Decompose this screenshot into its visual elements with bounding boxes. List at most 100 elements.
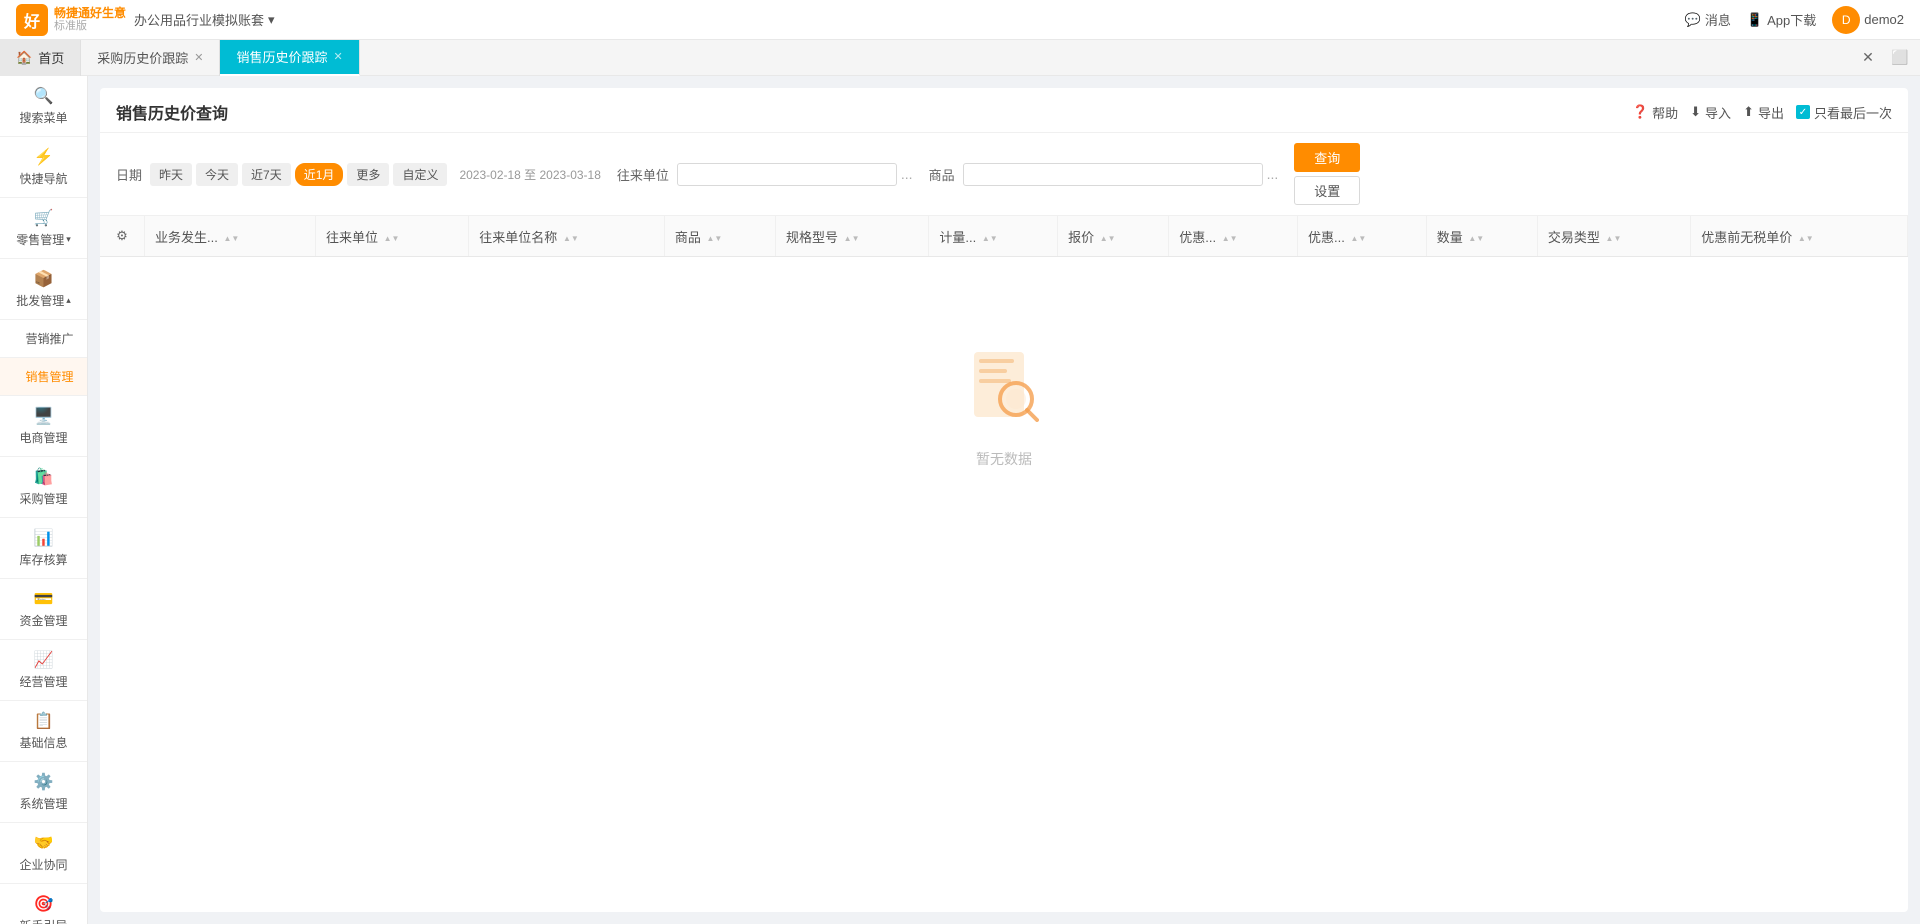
partner-label: 往来单位 bbox=[617, 165, 669, 184]
window-close-button[interactable]: ✕ bbox=[1856, 46, 1880, 70]
date-filter-group: 日期 昨天 今天 近7天 近1月 更多 自定义 2023-02-18 至 202… bbox=[116, 163, 601, 186]
logo-icon: 好 bbox=[16, 4, 48, 36]
product-lookup-button[interactable]: ... bbox=[1267, 166, 1279, 182]
message-button[interactable]: 💬 消息 bbox=[1685, 10, 1731, 29]
sidebar-item-shortcut[interactable]: ⚡ 快捷导航 bbox=[0, 137, 87, 198]
empty-state: 暂无数据 bbox=[100, 257, 1908, 549]
tab-purchase-history-close[interactable]: ✕ bbox=[194, 51, 203, 64]
date-btn-more[interactable]: 更多 bbox=[347, 163, 389, 186]
sort-icon[interactable]: ▲▼ bbox=[563, 234, 579, 243]
partner-input-wrap: ... bbox=[677, 163, 913, 186]
wholesale-icon: 📦 bbox=[34, 269, 54, 289]
help-button[interactable]: ❓ 帮助 bbox=[1632, 103, 1678, 122]
main-layout: 🔍 搜索菜单 ⚡ 快捷导航 🛒 零售管理 ▾ 📦 批发管理 ▴ 营销推广 销售管… bbox=[0, 76, 1920, 924]
query-button[interactable]: 查询 bbox=[1294, 143, 1360, 172]
product-input[interactable] bbox=[963, 163, 1263, 186]
table-header-pre-discount-price: 优惠前无税单价 ▲▼ bbox=[1691, 216, 1908, 257]
filter-row: 日期 昨天 今天 近7天 近1月 更多 自定义 2023-02-18 至 202… bbox=[100, 133, 1908, 216]
sidebar-item-marketing[interactable]: 营销推广 bbox=[0, 320, 87, 358]
table-header-partner-name: 往来单位名称 ▲▼ bbox=[469, 216, 665, 257]
sidebar-item-sales-mgmt[interactable]: 销售管理 bbox=[0, 358, 87, 396]
sidebar-item-purchase[interactable]: 🛍️ 采购管理 bbox=[0, 457, 87, 518]
table-area: ⚙ 业务发生... ▲▼ 往来单位 ▲▼ 往来单位名称 bbox=[100, 216, 1908, 912]
product-filter-group: 商品 ... bbox=[929, 163, 1279, 186]
checkbox-icon: ✓ bbox=[1796, 105, 1810, 119]
app-download-button[interactable]: 📱 App下载 bbox=[1747, 10, 1816, 29]
date-btn-7days[interactable]: 近7天 bbox=[242, 163, 291, 186]
shortcut-icon: ⚡ bbox=[34, 147, 54, 167]
sidebar-item-wholesale[interactable]: 📦 批发管理 ▴ bbox=[0, 259, 87, 320]
sort-icon[interactable]: ▲▼ bbox=[1100, 234, 1116, 243]
user-menu[interactable]: D demo2 bbox=[1832, 6, 1904, 34]
export-button[interactable]: ⬆ 导出 bbox=[1743, 103, 1784, 122]
help-icon: ❓ bbox=[1632, 104, 1648, 120]
sidebar-item-ecommerce[interactable]: 🖥️ 电商管理 bbox=[0, 396, 87, 457]
tab-purchase-history[interactable]: 采购历史价跟踪 ✕ bbox=[81, 40, 220, 76]
sort-icon[interactable]: ▲▼ bbox=[223, 234, 239, 243]
sidebar-item-system[interactable]: ⚙️ 系统管理 bbox=[0, 762, 87, 823]
top-left: 好 畅捷通好生意 标准版 办公用品行业模拟账套 ▾ bbox=[16, 4, 275, 36]
table-header-quoted-price: 报价 ▲▼ bbox=[1058, 216, 1169, 257]
system-icon: ⚙️ bbox=[34, 772, 54, 792]
sidebar-item-basic-info[interactable]: 📋 基础信息 bbox=[0, 701, 87, 762]
date-btn-custom[interactable]: 自定义 bbox=[393, 163, 447, 186]
sort-icon[interactable]: ▲▼ bbox=[1798, 234, 1814, 243]
last-only-checkbox[interactable]: ✓ 只看最后一次 bbox=[1796, 103, 1892, 122]
tab-sales-history-close[interactable]: ✕ bbox=[333, 50, 342, 63]
sidebar-item-operations[interactable]: 📈 经营管理 bbox=[0, 640, 87, 701]
sort-icon[interactable]: ▲▼ bbox=[1222, 234, 1238, 243]
date-range-display: 2023-02-18 至 2023-03-18 bbox=[459, 166, 600, 183]
top-bar: 好 畅捷通好生意 标准版 办公用品行业模拟账套 ▾ 💬 消息 📱 App下载 D… bbox=[0, 0, 1920, 40]
sidebar-item-retail[interactable]: 🛒 零售管理 ▾ bbox=[0, 198, 87, 259]
tab-home[interactable]: 🏠 首页 bbox=[0, 40, 81, 76]
tab-sales-history[interactable]: 销售历史价跟踪 ✕ bbox=[220, 40, 359, 76]
logo-text: 畅捷通好生意 标准版 bbox=[54, 6, 126, 34]
table-header-discount1: 优惠... ▲▼ bbox=[1169, 216, 1298, 257]
purchase-icon: 🛍️ bbox=[34, 467, 54, 487]
import-button[interactable]: ⬇ 导入 bbox=[1690, 103, 1731, 122]
sort-icon[interactable]: ▲▼ bbox=[384, 234, 400, 243]
chevron-up-icon: ▴ bbox=[66, 295, 71, 306]
column-settings-button[interactable]: ⚙ bbox=[110, 224, 134, 248]
date-btn-yesterday[interactable]: 昨天 bbox=[150, 163, 192, 186]
sidebar-item-guide[interactable]: 🎯 新手引导 bbox=[0, 884, 87, 924]
table-header: ⚙ 业务发生... ▲▼ 往来单位 ▲▼ 往来单位名称 bbox=[100, 216, 1908, 257]
search-icon: 🔍 bbox=[34, 86, 54, 106]
sidebar-item-enterprise[interactable]: 🤝 企业协同 bbox=[0, 823, 87, 884]
sort-icon[interactable]: ▲▼ bbox=[844, 234, 860, 243]
sort-icon[interactable]: ▲▼ bbox=[1606, 234, 1622, 243]
sidebar-item-inventory[interactable]: 📊 库存核算 bbox=[0, 518, 87, 579]
table-header-spec: 规格型号 ▲▼ bbox=[776, 216, 929, 257]
empty-state-text: 暂无数据 bbox=[976, 449, 1032, 469]
sort-icon[interactable]: ▲▼ bbox=[1350, 234, 1366, 243]
date-btn-today[interactable]: 今天 bbox=[196, 163, 238, 186]
export-icon: ⬆ bbox=[1743, 104, 1754, 120]
sort-icon[interactable]: ▲▼ bbox=[982, 234, 998, 243]
inventory-icon: 📊 bbox=[34, 528, 54, 548]
table-header-settings: ⚙ bbox=[100, 216, 145, 257]
window-maximize-button[interactable]: ⬜ bbox=[1888, 46, 1912, 70]
enterprise-icon: 🤝 bbox=[34, 833, 54, 853]
sidebar: 🔍 搜索菜单 ⚡ 快捷导航 🛒 零售管理 ▾ 📦 批发管理 ▴ 营销推广 销售管… bbox=[0, 76, 88, 924]
partner-input[interactable] bbox=[677, 163, 897, 186]
retail-icon: 🛒 bbox=[34, 208, 54, 228]
sidebar-item-finance[interactable]: 💳 资金管理 bbox=[0, 579, 87, 640]
page-header: 销售历史价查询 ❓ 帮助 ⬇ 导入 ⬆ 导出 ✓ bbox=[100, 88, 1908, 133]
setting-button[interactable]: 设置 bbox=[1294, 176, 1360, 205]
import-icon: ⬇ bbox=[1690, 104, 1701, 120]
sidebar-item-search[interactable]: 🔍 搜索菜单 bbox=[0, 76, 87, 137]
operations-icon: 📈 bbox=[34, 650, 54, 670]
page-title: 销售历史价查询 bbox=[116, 100, 228, 124]
logo-area: 好 畅捷通好生意 标准版 bbox=[16, 4, 126, 36]
sort-icon[interactable]: ▲▼ bbox=[707, 234, 723, 243]
sort-icon[interactable]: ▲▼ bbox=[1468, 234, 1484, 243]
content-area: 销售历史价查询 ❓ 帮助 ⬇ 导入 ⬆ 导出 ✓ bbox=[88, 76, 1920, 924]
basic-info-icon: 📋 bbox=[34, 711, 54, 731]
date-btn-1month[interactable]: 近1月 bbox=[295, 163, 344, 186]
date-buttons: 昨天 今天 近7天 近1月 更多 自定义 bbox=[150, 163, 447, 186]
app-selector[interactable]: 办公用品行业模拟账套 ▾ bbox=[134, 10, 275, 29]
table-header-discount2: 优惠... ▲▼ bbox=[1298, 216, 1427, 257]
chevron-down-icon: ▾ bbox=[268, 12, 275, 28]
partner-lookup-button[interactable]: ... bbox=[901, 166, 913, 182]
table-header-unit: 计量... ▲▼ bbox=[929, 216, 1058, 257]
